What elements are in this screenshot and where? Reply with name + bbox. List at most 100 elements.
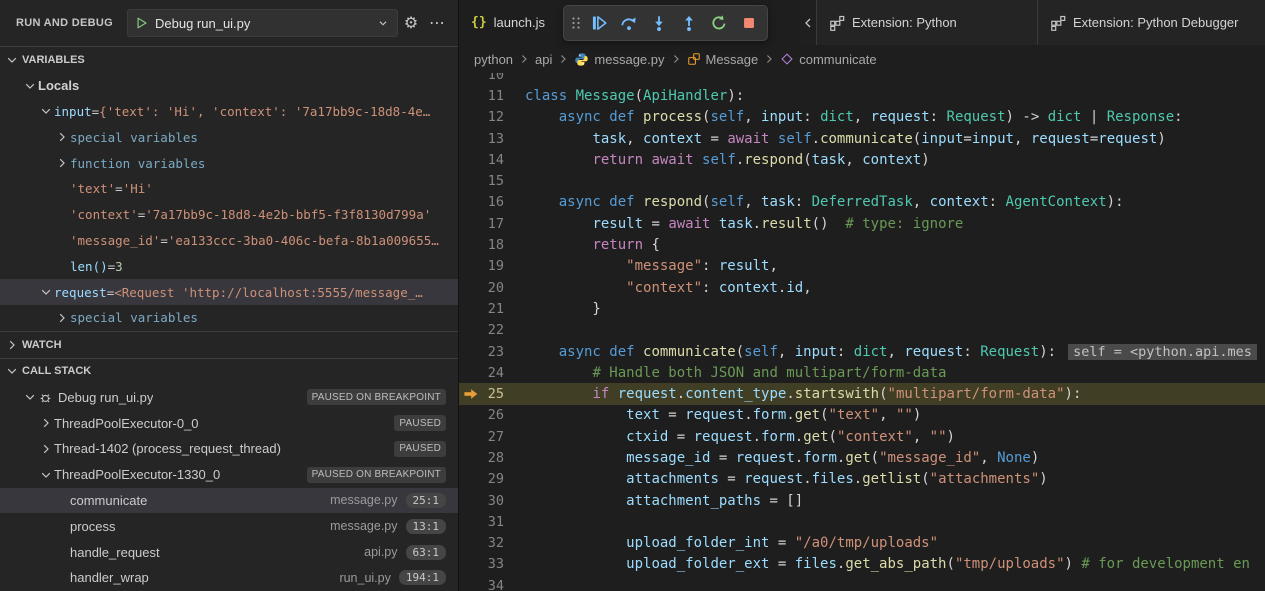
code-text[interactable]: return { <box>525 237 1265 253</box>
code-text[interactable]: upload_folder_ext = files.get_abs_path("… <box>525 556 1265 572</box>
breakpoint-gutter[interactable]: 16 <box>459 192 525 213</box>
code-text[interactable]: attachments = request.files.getlist("att… <box>525 471 1265 487</box>
breakpoint-gutter[interactable]: 14 <box>459 149 525 170</box>
breakpoint-gutter[interactable]: 11 <box>459 85 525 106</box>
breakpoint-gutter[interactable]: 33 <box>459 554 525 575</box>
code-text[interactable]: } <box>525 301 1265 317</box>
code-text[interactable]: "message": result, <box>525 258 1265 274</box>
code-line[interactable]: 19 "message": result, <box>459 256 1265 277</box>
callstack-row[interactable]: communicate message.py 25:1 <box>0 487 458 514</box>
code-text[interactable]: return await self.respond(task, context) <box>525 152 1265 168</box>
code-line[interactable]: 32 upload_folder_int = "/a0/tmp/uploads" <box>459 533 1265 554</box>
code-line[interactable]: 31 <box>459 511 1265 532</box>
code-line[interactable]: 28 message_id = request.form.get("messag… <box>459 447 1265 468</box>
breadcrumb-item[interactable]: api <box>535 52 552 67</box>
variable-row[interactable]: 'text' = 'Hi' <box>0 176 458 202</box>
breadcrumb-item[interactable]: python <box>474 52 513 67</box>
code-text[interactable]: message_id = request.form.get("message_i… <box>525 450 1265 466</box>
breakpoint-gutter[interactable]: 21 <box>459 298 525 319</box>
code-line[interactable]: 22 <box>459 320 1265 341</box>
callstack-section-header[interactable]: CALL STACK <box>0 357 458 385</box>
tab-extension-python[interactable]: Extension: Python <box>816 0 1037 45</box>
breakpoint-gutter[interactable]: 10 <box>459 73 525 85</box>
continue-button[interactable] <box>585 9 613 37</box>
code-line[interactable]: 17 result = await task.result() # type: … <box>459 213 1265 234</box>
breakpoint-gutter[interactable]: 17 <box>459 213 525 234</box>
code-line[interactable]: 10 <box>459 73 1265 85</box>
code-text[interactable]: ctxid = request.form.get("context", "") <box>525 429 1265 445</box>
breakpoint-gutter[interactable]: 15 <box>459 170 525 191</box>
variables-section-header[interactable]: VARIABLES <box>0 46 458 73</box>
code-line[interactable]: 26 text = request.form.get("text", "") <box>459 405 1265 426</box>
callstack-row[interactable]: handle_request api.py 63:1 <box>0 539 458 565</box>
code-line[interactable]: 24 # Handle both JSON and multipart/form… <box>459 362 1265 383</box>
code-line[interactable]: 25 if request.content_type.startswith("m… <box>459 383 1265 405</box>
chevron-left-icon[interactable] <box>800 0 816 45</box>
breakpoint-gutter[interactable]: 29 <box>459 469 525 490</box>
code-line[interactable]: 27 ctxid = request.form.get("context", "… <box>459 426 1265 447</box>
code-text[interactable]: attachment_paths = [] <box>525 493 1265 509</box>
code-text[interactable]: "context": context.id, <box>525 280 1265 296</box>
code-line[interactable]: 20 "context": context.id, <box>459 277 1265 298</box>
step-over-button[interactable] <box>615 9 643 37</box>
code-text[interactable]: upload_folder_int = "/a0/tmp/uploads" <box>525 535 1265 551</box>
code-text[interactable]: async def communicate(self, input: dict,… <box>525 343 1265 360</box>
step-out-button[interactable] <box>675 9 703 37</box>
code-line[interactable]: 14 return await self.respond(task, conte… <box>459 149 1265 170</box>
callstack-row[interactable]: ThreadPoolExecutor-1330_0 PAUSED ON BREAK… <box>0 462 458 488</box>
gear-icon[interactable]: ⚙ <box>398 10 424 36</box>
code-line[interactable]: 23 async def communicate(self, input: di… <box>459 341 1265 362</box>
tab-extension-python-debugger[interactable]: Extension: Python Debugger <box>1037 0 1265 45</box>
variable-row[interactable]: len() = 3 <box>0 253 458 279</box>
code-text[interactable]: result = await task.result() # type: ign… <box>525 216 1265 232</box>
code-line[interactable]: 12 async def process(self, input: dict, … <box>459 107 1265 128</box>
breakpoint-gutter[interactable]: 12 <box>459 107 525 128</box>
breakpoint-gutter[interactable]: 13 <box>459 128 525 149</box>
variable-row[interactable]: Locals <box>0 73 458 99</box>
code-line[interactable]: 15 <box>459 170 1265 191</box>
breakpoint-gutter[interactable]: 30 <box>459 490 525 511</box>
code-line[interactable]: 29 attachments = request.files.getlist("… <box>459 469 1265 490</box>
breadcrumb-item[interactable]: message.py <box>574 52 665 67</box>
code-text[interactable]: task, context = await self.communicate(i… <box>525 131 1265 147</box>
callstack-row[interactable]: process message.py 13:1 <box>0 513 458 539</box>
code-line[interactable]: 33 upload_folder_ext = files.get_abs_pat… <box>459 554 1265 575</box>
breakpoint-gutter[interactable]: 32 <box>459 533 525 554</box>
code-text[interactable]: text = request.form.get("text", "") <box>525 407 1265 423</box>
code-line[interactable]: 13 task, context = await self.communicat… <box>459 128 1265 149</box>
code-line[interactable]: 11 class Message(ApiHandler): <box>459 85 1265 106</box>
breakpoint-gutter[interactable]: 24 <box>459 362 525 383</box>
code-text[interactable]: if request.content_type.startswith("mult… <box>525 386 1265 402</box>
breakpoint-gutter[interactable]: 18 <box>459 234 525 255</box>
watch-section-header[interactable]: WATCH <box>0 330 458 358</box>
breakpoint-gutter[interactable]: 34 <box>459 575 525 591</box>
breakpoint-gutter[interactable]: 19 <box>459 256 525 277</box>
code-editor[interactable]: 10 11 class Message(ApiHandler): 12 async d… <box>459 73 1265 591</box>
breakpoint-gutter[interactable]: 25 <box>459 383 525 404</box>
code-line[interactable]: 34 <box>459 575 1265 591</box>
callstack-row[interactable]: Thread-1402 (process_request_thread) PAUS… <box>0 436 458 462</box>
breakpoint-gutter[interactable]: 27 <box>459 426 525 447</box>
code-line[interactable]: 30 attachment_paths = [] <box>459 490 1265 511</box>
drag-handle-icon[interactable] <box>568 9 583 37</box>
callstack-row[interactable]: ThreadPoolExecutor-0_0 PAUSED <box>0 410 458 436</box>
breakpoint-gutter[interactable]: 26 <box>459 405 525 426</box>
breakpoint-gutter[interactable]: 20 <box>459 277 525 298</box>
variable-row[interactable]: function variables <box>0 150 458 176</box>
variable-row[interactable]: special variables <box>0 124 458 150</box>
callstack-row[interactable]: Debug run_ui.py PAUSED ON BREAKPOINT <box>0 384 458 410</box>
stop-button[interactable] <box>735 9 763 37</box>
breadcrumb-item[interactable]: communicate <box>780 52 877 67</box>
breakpoint-gutter[interactable]: 22 <box>459 320 525 341</box>
callstack-row[interactable]: handler_wrap run_ui.py 194:1 <box>0 565 458 591</box>
breakpoint-gutter[interactable]: 28 <box>459 447 525 468</box>
restart-button[interactable] <box>705 9 733 37</box>
variable-row[interactable]: 'context' = '7a17bb9c-18d8-4e2b-bbf5-f3f… <box>0 202 458 228</box>
variable-row[interactable]: 'message_id' = 'ea133ccc-3ba0-406c-befa-… <box>0 228 458 254</box>
code-line[interactable]: 16 async def respond(self, task: Deferre… <box>459 192 1265 213</box>
code-text[interactable]: async def process(self, input: dict, req… <box>525 109 1265 125</box>
step-into-button[interactable] <box>645 9 673 37</box>
code-text[interactable]: # Handle both JSON and multipart/form-da… <box>525 365 1265 381</box>
variable-row[interactable]: special variables <box>0 305 458 331</box>
code-text[interactable]: async def respond(self, task: DeferredTa… <box>525 194 1265 210</box>
